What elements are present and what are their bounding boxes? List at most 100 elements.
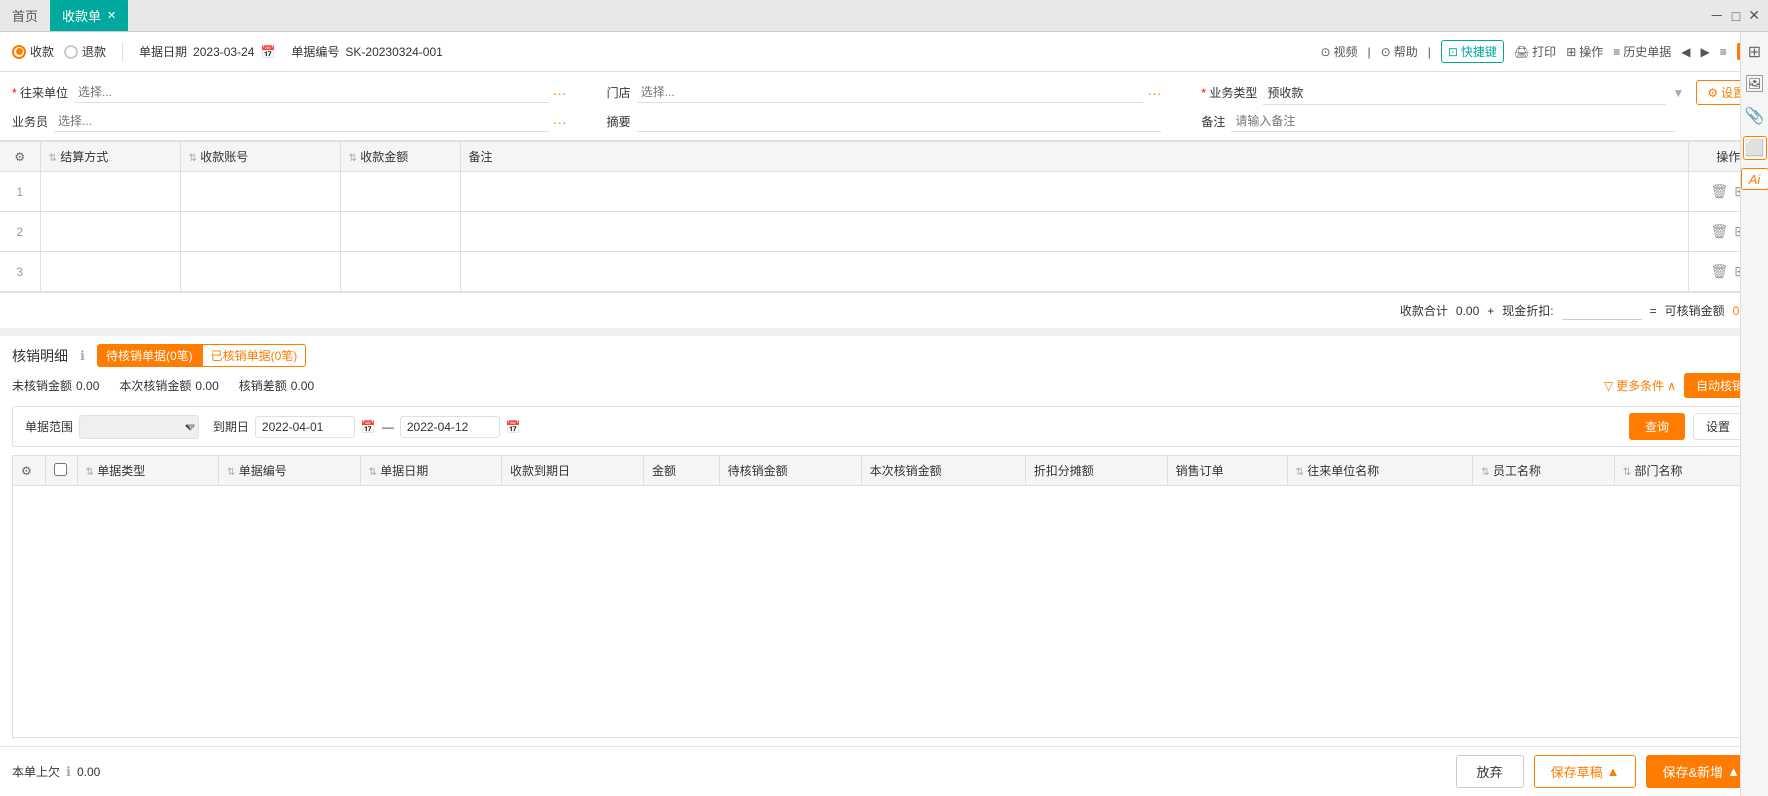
tab-links: 待核销单据(0笔) 已核销单据(0笔)	[97, 344, 306, 367]
history-icon: ≡	[1613, 45, 1620, 59]
date-range-field: 到期日 📅 — 📅	[213, 416, 521, 438]
more-conditions-btn[interactable]: ▽ 更多条件 ∧	[1604, 377, 1676, 394]
print-icon: 🖨	[1514, 45, 1529, 59]
prev-icon[interactable]: ◀	[1681, 45, 1690, 59]
query-btn[interactable]: 查询	[1629, 413, 1685, 440]
bottom-header-checkbox[interactable]	[45, 456, 77, 486]
abandon-btn[interactable]: 放弃	[1456, 755, 1524, 788]
completed-tab[interactable]: 已核销单据(0笔)	[202, 344, 307, 367]
sidebar-table-icon[interactable]: ⊞	[1743, 40, 1767, 64]
row-2-amount[interactable]	[340, 212, 460, 252]
tab-home[interactable]: 首页	[0, 0, 50, 31]
window-controls: － □ ✕	[1710, 6, 1768, 26]
table-header-amount: ⇅ 收款金额	[340, 142, 460, 172]
shortcut-btn[interactable]: ⊡ 快捷键	[1441, 40, 1504, 63]
table-header-account: ⇅ 收款账号	[180, 142, 340, 172]
row-2-settlement[interactable]	[40, 212, 180, 252]
uncancelled-stat: 未核销金额 0.00	[12, 377, 99, 394]
range-select[interactable]	[79, 415, 199, 439]
help-btn[interactable]: ⊙ 帮助	[1381, 43, 1418, 60]
draft-chevron-icon: ▲	[1607, 764, 1620, 779]
menu-icon[interactable]: ≡	[1720, 45, 1727, 59]
video-btn[interactable]: ⊙ 视频	[1320, 43, 1357, 60]
row-3-notes[interactable]	[460, 252, 1688, 292]
bottom-header-due-date: 收款到期日	[502, 456, 644, 486]
row-1-notes[interactable]	[460, 172, 1688, 212]
footer-buttons: 放弃 保存草稿 ▲ 保存&新增 ▲	[1456, 755, 1756, 788]
summary-field: 摘要	[607, 111, 1162, 132]
draft-btn[interactable]: 保存草稿 ▲	[1534, 755, 1637, 788]
business-type-label: 业务类型	[1201, 84, 1257, 101]
row-3-account[interactable]	[180, 252, 340, 292]
pending-tab[interactable]: 待核销单据(0笔)	[97, 344, 202, 367]
form-row-1: 往来单位 ··· 门店 ··· 业务类型 预收款 ▼	[12, 80, 1756, 105]
bottom-header-gear[interactable]: ⚙	[13, 456, 45, 486]
row-1-num: 1	[0, 172, 40, 212]
row-1-settlement[interactable]	[40, 172, 180, 212]
maximize-btn[interactable]: □	[1732, 8, 1740, 24]
notes-label: 备注	[1201, 113, 1225, 130]
sidebar-ai-label[interactable]: Ai	[1741, 168, 1768, 190]
counterpart-input[interactable]	[74, 82, 549, 103]
store-input[interactable]	[637, 82, 1144, 103]
refund-radio[interactable]: 退款	[64, 43, 106, 60]
shortcut-icon: ⊡	[1448, 45, 1458, 59]
bottom-header-pending: 待核销金额	[719, 456, 861, 486]
summary-row: 收款合计 0.00 + 现金折扣: = 可核销金额 0.00	[0, 292, 1768, 328]
info-icon[interactable]: ℹ	[80, 348, 85, 364]
receipt-refund-toggle: 收款 退款	[12, 43, 106, 60]
history-btn[interactable]: ≡ 历史单据	[1613, 43, 1671, 60]
filter-settings-btn[interactable]: 设置	[1693, 413, 1743, 440]
select-all-checkbox[interactable]	[54, 463, 67, 476]
store-more-icon[interactable]: ···	[1147, 85, 1161, 101]
total-value: 0.00	[1456, 304, 1479, 318]
notes-input[interactable]	[1231, 111, 1676, 132]
chevron-down-icon[interactable]: ▼	[1672, 86, 1684, 100]
table-header-gear[interactable]: ⚙	[0, 142, 40, 172]
bottom-header-type: ⇅ 单据类型	[77, 456, 219, 486]
date-from-input[interactable]	[255, 416, 355, 438]
calendar-from-icon[interactable]: 📅	[361, 420, 376, 434]
row-2-notes[interactable]	[460, 212, 1688, 252]
receipt-radio[interactable]: 收款	[12, 43, 54, 60]
row-1-amount[interactable]	[340, 172, 460, 212]
verification-section: 核销明细 ℹ 待核销单据(0笔) 已核销单据(0笔) 未核销金额 0.00	[0, 336, 1768, 746]
notes-field: 备注	[1201, 111, 1756, 132]
salesperson-input[interactable]	[54, 111, 549, 132]
discount-input[interactable]	[1562, 301, 1642, 320]
row-2-delete-icon[interactable]: 🗑	[1710, 223, 1728, 240]
counterpart-more-icon[interactable]: ···	[553, 85, 567, 101]
next-icon[interactable]: ▶	[1701, 45, 1710, 59]
sidebar-screen-icon[interactable]: ⬜	[1743, 136, 1767, 160]
calendar-icon[interactable]: 📅	[260, 45, 275, 59]
store-label: 门店	[607, 84, 631, 101]
calendar-to-icon[interactable]: 📅	[506, 420, 521, 434]
stats-right: ▽ 更多条件 ∧ 自动核销	[1604, 373, 1756, 398]
row-1-account[interactable]	[180, 172, 340, 212]
close-btn[interactable]: ✕	[1748, 7, 1760, 24]
minimize-btn[interactable]: －	[1710, 6, 1724, 26]
stats-row: 未核销金额 0.00 本次核销金额 0.00 核销差额 0.00 ▽ 更多条件 …	[12, 373, 1756, 398]
tab-receipt-close[interactable]: ✕	[107, 9, 116, 22]
video-icon: ⊙	[1320, 45, 1330, 59]
number-field: 单据编号 SK-20230324-001	[291, 43, 442, 60]
sidebar-image-icon[interactable]: 🖼	[1743, 72, 1767, 96]
print-btn[interactable]: 🖨 打印	[1514, 43, 1556, 60]
salesperson-more-icon[interactable]: ···	[553, 114, 567, 130]
row-3-settlement[interactable]	[40, 252, 180, 292]
operations-btn[interactable]: ⊞ 操作	[1566, 43, 1603, 60]
row-3-amount[interactable]	[340, 252, 460, 292]
sidebar-attachment-icon[interactable]: 📎	[1743, 104, 1767, 128]
tab-receipt[interactable]: 收款单 ✕	[50, 0, 128, 31]
date-to-input[interactable]	[400, 416, 500, 438]
footer: 本单上欠 ℹ 0.00 放弃 保存草稿 ▲ 保存&新增 ▲	[0, 746, 1768, 796]
row-3-delete-icon[interactable]: 🗑	[1710, 263, 1728, 280]
receipt-radio-circle	[12, 45, 26, 59]
row-1-delete-icon[interactable]: 🗑	[1710, 183, 1728, 200]
balance-info-icon[interactable]: ℹ	[66, 764, 71, 780]
summary-input[interactable]	[637, 111, 1162, 132]
range-field: 单据范围 ▼	[25, 415, 197, 439]
row-2-account[interactable]	[180, 212, 340, 252]
range-label: 单据范围	[25, 418, 73, 435]
bottom-header-amount: 金额	[643, 456, 719, 486]
